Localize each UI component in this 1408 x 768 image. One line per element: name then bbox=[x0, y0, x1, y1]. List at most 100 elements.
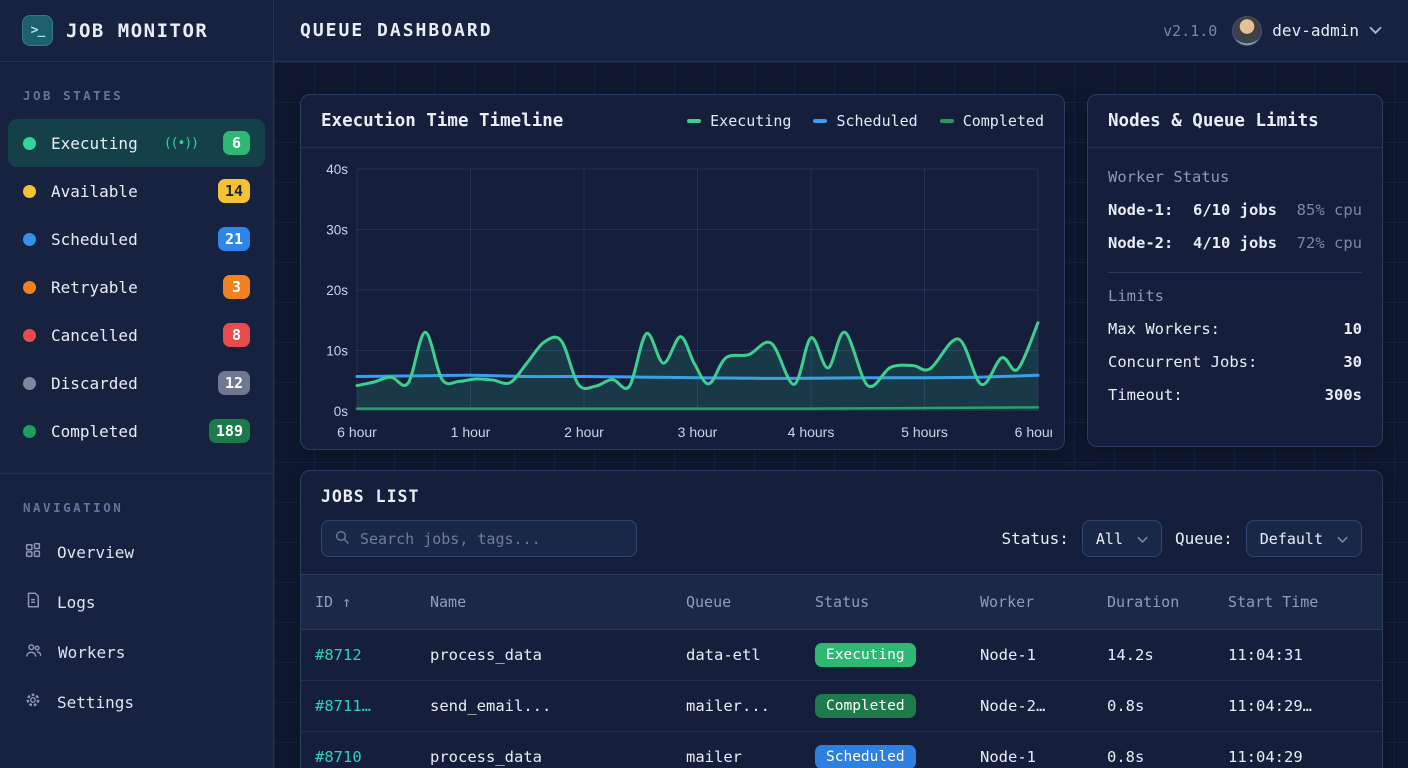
top-cards-row: Execution Time Timeline Executing Schedu… bbox=[300, 94, 1383, 450]
status-badge: Scheduled bbox=[815, 745, 916, 768]
status-cell: Scheduled bbox=[815, 745, 980, 768]
username: dev-admin bbox=[1272, 21, 1359, 40]
chevron-down-icon bbox=[1369, 26, 1382, 35]
status-dot bbox=[23, 376, 36, 390]
job-name: send_email... bbox=[430, 697, 552, 715]
status-cell: Executing bbox=[815, 643, 980, 667]
job-states-list: Executing ((•)) 6 Available 14 Scheduled… bbox=[0, 119, 273, 455]
timeline-card: Execution Time Timeline Executing Schedu… bbox=[300, 94, 1065, 450]
legend-label: Scheduled bbox=[836, 112, 918, 130]
job-duration: 0.8s bbox=[1107, 697, 1145, 715]
column-header-status[interactable]: Status bbox=[815, 593, 980, 611]
status-select-value: All bbox=[1095, 529, 1123, 548]
svg-text:4 hours: 4 hours bbox=[788, 424, 835, 440]
svg-text:0s: 0s bbox=[334, 404, 349, 419]
navigation-list: Overview Logs Workers Settings bbox=[0, 527, 273, 727]
column-header-queue[interactable]: Queue bbox=[686, 593, 815, 611]
node-name: Node-1: bbox=[1108, 201, 1174, 219]
jobs-list-header: JOBS LIST Status: All bbox=[301, 471, 1382, 574]
timeline-card-header: Execution Time Timeline Executing Schedu… bbox=[301, 95, 1064, 148]
limit-label: Timeout: bbox=[1108, 386, 1183, 404]
job-states-heading: JOB STATES bbox=[23, 88, 124, 103]
limit-value: 10 bbox=[1343, 320, 1362, 338]
sidebar-item-overview[interactable]: Overview bbox=[0, 527, 273, 577]
node-name: Node-2: bbox=[1108, 234, 1174, 252]
count-badge: 3 bbox=[223, 275, 250, 299]
status-filter-label: Status: bbox=[1001, 529, 1069, 548]
svg-text:30s: 30s bbox=[326, 223, 348, 238]
job-start-time: 11:04:29… bbox=[1228, 697, 1312, 715]
sidebar-item-available[interactable]: Available 14 bbox=[8, 167, 265, 215]
queue-select-value: Default bbox=[1259, 529, 1323, 548]
filters: Status: All Queue: Default bbox=[1001, 520, 1362, 557]
status-dot bbox=[23, 424, 36, 438]
brand-header: >_ JOB MONITOR bbox=[0, 0, 274, 62]
limits-heading: Limits bbox=[1108, 287, 1164, 305]
sidebar-item-discarded[interactable]: Discarded 12 bbox=[8, 359, 265, 407]
table-row[interactable]: #8710 process_data mailer Scheduled Node… bbox=[301, 732, 1382, 768]
terminal-glyph: >_ bbox=[30, 23, 46, 38]
column-header-id[interactable]: ID ↑ bbox=[315, 593, 430, 611]
sidebar-item-executing[interactable]: Executing ((•)) 6 bbox=[8, 119, 265, 167]
nav-label: Settings bbox=[57, 692, 135, 712]
table-header: ID ↑ Name Queue Status Worker Duration S… bbox=[301, 574, 1382, 630]
chart-title: Execution Time Timeline bbox=[321, 111, 564, 131]
search-input[interactable] bbox=[360, 529, 624, 548]
column-header-duration[interactable]: Duration bbox=[1107, 593, 1228, 611]
queue-filter-label: Queue: bbox=[1174, 529, 1233, 548]
app-title: JOB MONITOR bbox=[66, 19, 209, 42]
svg-text:10s: 10s bbox=[326, 344, 348, 359]
sidebar-item-scheduled[interactable]: Scheduled 21 bbox=[8, 215, 265, 263]
app-window: >_ JOB MONITOR QUEUE DASHBOARD v2.1.0 de… bbox=[0, 0, 1408, 768]
node-cpu: 85% cpu bbox=[1296, 201, 1362, 219]
job-start-time: 11:04:31 bbox=[1228, 646, 1303, 664]
jobs-controls: Status: All Queue: Default bbox=[321, 520, 1362, 574]
sidebar-item-logs[interactable]: Logs bbox=[0, 577, 273, 627]
node-jobs: 6/10 jobs bbox=[1193, 201, 1277, 219]
sidebar-item-retryable[interactable]: Retryable 3 bbox=[8, 263, 265, 311]
limit-value: 300s bbox=[1324, 386, 1362, 404]
queue-select[interactable]: Default bbox=[1245, 520, 1362, 557]
status-select[interactable]: All bbox=[1081, 520, 1162, 557]
svg-text:20s: 20s bbox=[326, 283, 348, 298]
top-bar-right: v2.1.0 dev-admin bbox=[1163, 15, 1382, 46]
table-row[interactable]: #8712 process_data data-etl Executing No… bbox=[301, 630, 1382, 681]
sidebar-item-settings[interactable]: Settings bbox=[0, 677, 273, 727]
state-label: Completed bbox=[51, 421, 138, 441]
legend-swatch bbox=[687, 119, 702, 123]
search-box[interactable] bbox=[321, 520, 637, 557]
legend-item-scheduled: Scheduled bbox=[813, 112, 918, 130]
main-content: Execution Time Timeline Executing Schedu… bbox=[274, 62, 1408, 768]
legend-label: Completed bbox=[962, 112, 1044, 130]
user-menu[interactable]: dev-admin bbox=[1232, 15, 1382, 46]
sidebar-item-workers[interactable]: Workers bbox=[0, 627, 273, 677]
job-id-link[interactable]: #8711… bbox=[315, 697, 430, 715]
nodes-card: Nodes & Queue Limits Worker Status Node-… bbox=[1087, 94, 1383, 447]
job-worker: Node-1 bbox=[980, 748, 1036, 766]
svg-text:40s: 40s bbox=[326, 162, 348, 177]
job-start-time: 11:04:29 bbox=[1228, 748, 1303, 766]
state-label: Available bbox=[51, 181, 138, 201]
job-id-link[interactable]: #8712 bbox=[315, 646, 430, 664]
table-row[interactable]: #8711… send_email... mailer... Completed… bbox=[301, 681, 1382, 732]
panel-divider bbox=[1108, 272, 1362, 273]
node-cpu: 72% cpu bbox=[1296, 234, 1362, 252]
chevron-down-icon bbox=[1337, 530, 1348, 548]
job-name: process_data bbox=[430, 646, 542, 664]
jobs-list-card: JOBS LIST Status: All bbox=[300, 470, 1383, 768]
limit-row: Max Workers: 10 bbox=[1108, 320, 1362, 338]
legend-swatch bbox=[939, 119, 954, 123]
node-jobs: 4/10 jobs bbox=[1193, 234, 1277, 252]
status-dot bbox=[23, 184, 36, 198]
column-header-name[interactable]: Name bbox=[430, 593, 686, 611]
sidebar-item-cancelled[interactable]: Cancelled 8 bbox=[8, 311, 265, 359]
column-header-worker[interactable]: Worker bbox=[980, 593, 1107, 611]
job-id-link[interactable]: #8710 bbox=[315, 748, 430, 766]
limit-row: Timeout: 300s bbox=[1108, 386, 1362, 404]
count-badge: 14 bbox=[217, 179, 250, 203]
version-label: v2.1.0 bbox=[1163, 21, 1218, 40]
count-badge: 12 bbox=[217, 371, 250, 395]
sidebar-item-completed[interactable]: Completed 189 bbox=[8, 407, 265, 455]
column-header-start-time[interactable]: Start Time bbox=[1228, 593, 1368, 611]
status-dot bbox=[23, 280, 36, 294]
